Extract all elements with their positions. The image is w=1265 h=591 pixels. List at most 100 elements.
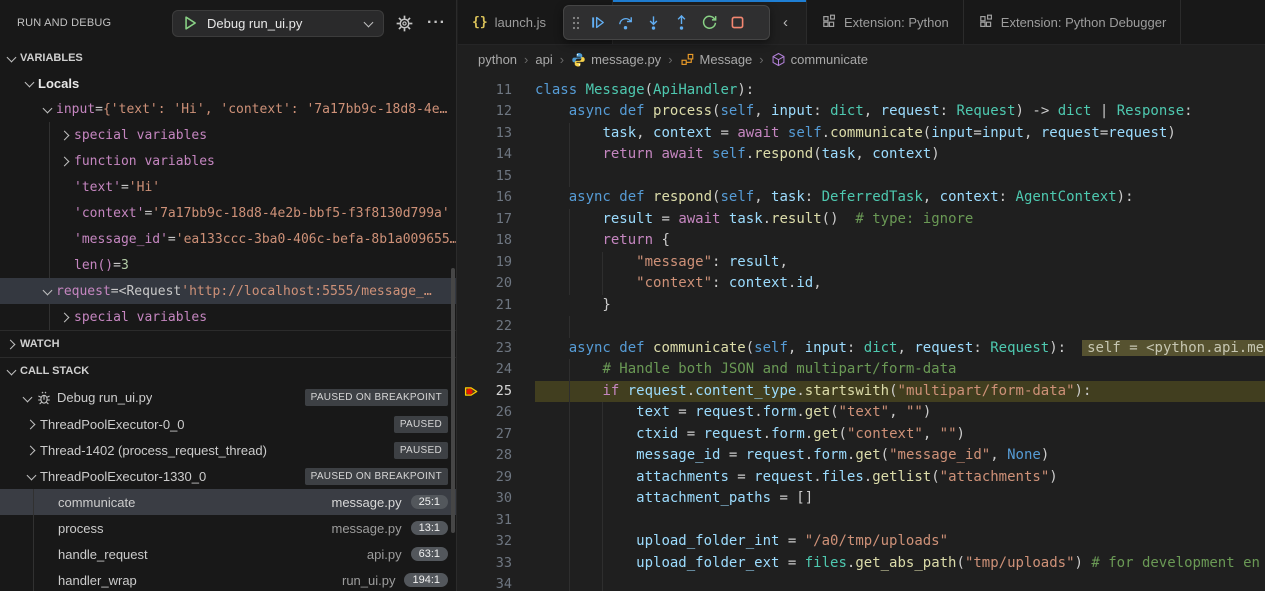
variable-row[interactable]: function variables [0,148,456,174]
step-into-button[interactable] [640,9,667,36]
breakpoint-gutter[interactable] [458,80,485,102]
code-line[interactable]: 34 [458,574,1265,591]
debug-start-icon[interactable] [181,14,199,32]
breadcrumb-item-message-py[interactable]: message.py [571,52,661,67]
code-line[interactable]: 21 } [458,295,1265,317]
code-line[interactable]: 17 result = await task.result() # type: … [458,208,1265,231]
breakpoint-gutter[interactable] [458,445,485,467]
restart-button[interactable] [696,9,723,36]
breadcrumb-item-message[interactable]: Message [680,52,752,67]
code-line[interactable]: 14 return await self.respond(task, conte… [458,144,1265,166]
breadcrumb-item-communicate[interactable]: communicate [771,52,868,67]
breadcrumb-item-python[interactable]: python [478,52,517,67]
code-line[interactable]: 20 "context": context.id, [458,273,1265,295]
breakpoint-gutter[interactable] [458,488,485,510]
breakpoint-gutter[interactable] [458,467,485,489]
code-line[interactable]: 29 attachments = request.files.getlist("… [458,466,1265,489]
chevron-right-icon[interactable] [24,442,40,458]
code-line[interactable]: 13 task, context = await self.communicat… [458,122,1265,145]
watch-section-header[interactable]: WATCH [0,330,456,357]
tab-extension-python[interactable]: Extension: Python [807,0,964,44]
breakpoint-gutter[interactable] [458,510,485,532]
chevron-right-icon[interactable] [58,153,74,169]
code-editor[interactable]: 1011class Message(ApiHandler):12 async d… [458,73,1265,591]
call-stack-frame-row[interactable]: communicate message.py 25:1 [0,489,456,515]
variable-row[interactable]: input = {'text': 'Hi', 'context': '7a17b… [0,96,456,122]
call-stack-section-header[interactable]: CALL STACK [0,357,456,384]
breakpoint-gutter[interactable] [458,101,485,123]
call-stack-thread-row[interactable]: ThreadPoolExecutor-0_0 PAUSED [0,411,456,437]
breakpoint-gutter[interactable] [458,166,485,188]
code-line[interactable]: 11 class Message(ApiHandler): [458,80,1265,102]
tab-extension-python-debugger[interactable]: Extension: Python Debugger [964,0,1182,44]
chevron-right-icon[interactable] [24,416,40,432]
more-actions-icon[interactable]: ··· [427,15,446,31]
code-line[interactable]: 27 ctxid = request.form.get("context", "… [458,423,1265,446]
breakpoint-gutter[interactable] [458,295,485,317]
chevron-right-icon[interactable] [58,127,74,143]
code-line[interactable]: 26 text = request.form.get("text", "") [458,402,1265,424]
call-stack-thread-row[interactable]: Thread-1402 (process_request_thread) PAUS… [0,437,456,463]
variable-row[interactable]: 'message_id' = 'ea133ccc-3ba0-406c-befa-… [0,226,456,252]
call-stack-thread-row[interactable]: ThreadPoolExecutor-1330_0 PAUSED ON BREAK… [0,463,456,489]
continue-button[interactable] [584,9,611,36]
code-line[interactable]: 31 [458,509,1265,532]
chevron-down-icon[interactable] [20,390,36,406]
breakpoint-gutter[interactable] [458,359,485,381]
code-line[interactable]: 12 async def process(self, input: dict, … [458,101,1265,123]
breakpoint-gutter[interactable] [458,209,485,231]
debug-config-picker[interactable]: Debug run_ui.py [172,9,385,37]
call-stack-session-row[interactable]: Debug run_ui.py PAUSED ON BREAKPOINT [0,384,456,411]
breakpoint-gutter[interactable] [458,531,485,553]
variable-row[interactable]: len() = 3 [0,252,456,278]
breakpoint-gutter[interactable] [458,424,485,446]
breakpoint-gutter[interactable] [458,230,485,252]
code-line[interactable]: 16 async def respond(self, task: Deferre… [458,187,1265,209]
code-line[interactable]: 15 [458,165,1265,188]
breakpoint-gutter[interactable] [458,252,485,274]
breakpoint-gutter[interactable] [458,123,485,145]
variable-row[interactable]: Locals [0,70,456,96]
step-out-button[interactable] [668,9,695,36]
chevron-down-icon[interactable] [24,468,40,484]
chevron-down-icon[interactable] [40,101,56,117]
breakpoint-gutter[interactable] [458,316,485,338]
code-line[interactable]: 28 message_id = request.form.get("messag… [458,445,1265,467]
chevron-down-icon[interactable] [22,75,38,91]
variable-row[interactable]: 'context' = '7a17bb9c-18d8-4e2b-bbf5-f3f… [0,200,456,226]
stop-button[interactable] [724,9,751,36]
code-line[interactable]: 24 # Handle both JSON and multipart/form… [458,359,1265,381]
step-over-button[interactable] [612,9,639,36]
code-line[interactable]: 30 attachment_paths = [] [458,488,1265,510]
code-line[interactable]: 22 [458,316,1265,338]
drag-grip-icon[interactable] [569,9,583,36]
code-line[interactable]: 33 upload_folder_ext = files.get_abs_pat… [458,552,1265,575]
variables-section-header[interactable]: VARIABLES [0,46,456,70]
variable-row[interactable]: special variables [0,304,456,330]
chevron-down-icon[interactable] [40,283,56,299]
breakpoint-gutter[interactable] [458,144,485,166]
breakpoint-gutter[interactable] [458,273,485,295]
breakpoint-gutter[interactable] [458,402,485,424]
active-tab-chevron-icon[interactable]: ‹ [783,14,788,31]
code-line[interactable]: 32 upload_folder_int = "/a0/tmp/uploads" [458,531,1265,553]
sidebar-scrollbar-thumb[interactable] [451,268,455,533]
breakpoint-gutter[interactable] [458,553,485,575]
code-line[interactable]: 18 return { [458,230,1265,252]
call-stack-frame-row[interactable]: handler_wrap run_ui.py 194:1 [0,567,456,591]
code-line[interactable]: 19 "message": result, [458,251,1265,274]
chevron-down-icon[interactable] [361,15,377,31]
breakpoint-gutter[interactable] [458,187,485,209]
variable-row[interactable]: special variables [0,122,456,148]
breakpoint-current-line-icon[interactable] [458,381,485,403]
code-line[interactable]: 25 if request.content_type.startswith("m… [458,380,1265,403]
variable-row[interactable]: request = <Request 'http://localhost:555… [0,278,456,304]
gear-icon[interactable] [396,15,413,32]
call-stack-frame-row[interactable]: handle_request api.py 63:1 [0,541,456,567]
chevron-right-icon[interactable] [58,309,74,325]
breakpoint-gutter[interactable] [458,338,485,360]
code-line[interactable]: 23 async def communicate(self, input: di… [458,338,1265,360]
variable-row[interactable]: 'text' = 'Hi' [0,174,456,200]
call-stack-frame-row[interactable]: process message.py 13:1 [0,515,456,541]
breadcrumb-item-api[interactable]: api [535,52,552,67]
